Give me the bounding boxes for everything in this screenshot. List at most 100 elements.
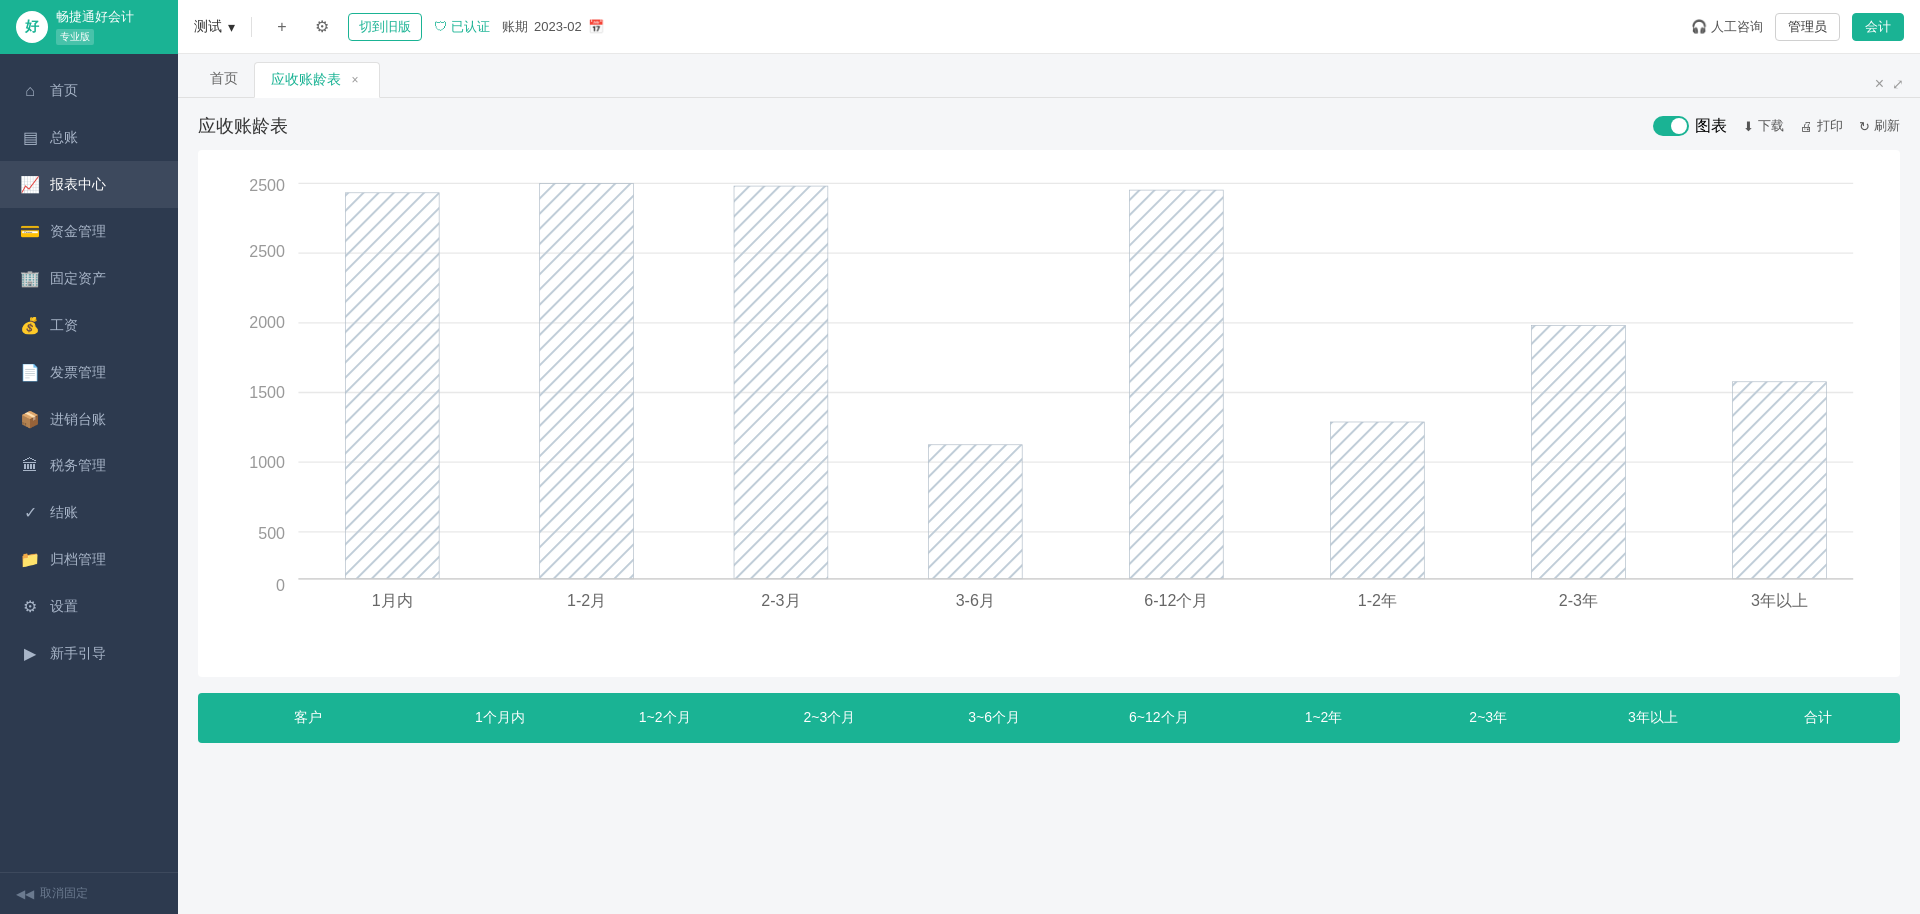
col-header-2-3y: 2~3年 <box>1406 693 1571 743</box>
assets-icon: 🏢 <box>20 269 40 288</box>
guide-icon: ▶ <box>20 644 40 663</box>
chart-toggle-wrap: 图表 <box>1653 116 1727 137</box>
col-header-total: 合计 <box>1735 693 1900 743</box>
sidebar-item-ledger[interactable]: ▤ 总账 <box>0 114 178 161</box>
sidebar-label-invoice: 发票管理 <box>50 364 106 382</box>
app-name: 畅捷通好会计 <box>56 9 134 26</box>
sidebar-label-ledger: 总账 <box>50 129 78 147</box>
sidebar-label-inventory: 进销台账 <box>50 411 106 429</box>
sidebar-item-closing[interactable]: ✓ 结账 <box>0 489 178 536</box>
download-label: 下载 <box>1758 117 1784 135</box>
download-button[interactable]: ⬇ 下载 <box>1743 117 1784 135</box>
cancel-fixed-label: 取消固定 <box>40 885 88 902</box>
manager-button[interactable]: 管理员 <box>1775 13 1840 41</box>
shield-icon: 🛡 <box>434 19 447 34</box>
closing-icon: ✓ <box>20 503 40 522</box>
chart-toggle[interactable] <box>1653 116 1689 136</box>
print-icon: 🖨 <box>1800 119 1813 134</box>
app-logo-icon: 好 <box>16 11 48 43</box>
sidebar-label-guide: 新手引导 <box>50 645 106 663</box>
svg-text:2000: 2000 <box>249 313 285 331</box>
sidebar-item-home[interactable]: ⌂ 首页 <box>0 68 178 114</box>
sidebar-item-guide[interactable]: ▶ 新手引导 <box>0 630 178 677</box>
download-icon: ⬇ <box>1743 119 1754 134</box>
certified-badge: 🛡 已认证 <box>434 18 490 36</box>
sidebar-item-assets[interactable]: 🏢 固定资产 <box>0 255 178 302</box>
tabbar: 首页 应收账龄表 × × ⤢ <box>178 54 1920 98</box>
table-header: 客户 1个月内 1~2个月 2~3个月 3~6个月 6~12个月 1~2年 2~… <box>198 693 1900 743</box>
old-version-button[interactable]: 切到旧版 <box>348 13 422 41</box>
sidebar-logo: 好 畅捷通好会计 专业版 <box>0 0 178 54</box>
project-name: 测试 <box>194 18 222 36</box>
add-button[interactable]: + <box>268 13 296 41</box>
svg-text:2-3年: 2-3年 <box>1559 591 1598 609</box>
certified-label: 已认证 <box>451 18 490 36</box>
bar-chart: 0 500 1000 1500 2000 2500 2500 1 <box>218 170 1880 653</box>
tab-home[interactable]: 首页 <box>194 61 254 97</box>
topbar: 测试 ▾ + ⚙ 切到旧版 🛡 已认证 账期 2023-02 📅 🎧 人工咨询 … <box>178 0 1920 54</box>
page-header: 应收账龄表 图表 ⬇ 下载 🖨 打印 ↻ <box>198 114 1900 138</box>
ledger-icon: ▤ <box>20 128 40 147</box>
bar-2-3年 <box>1532 325 1626 578</box>
refresh-button[interactable]: ↻ 刷新 <box>1859 117 1900 135</box>
print-button[interactable]: 🖨 打印 <box>1800 117 1843 135</box>
sidebar-label-home: 首页 <box>50 82 78 100</box>
home-icon: ⌂ <box>20 82 40 100</box>
content-area: 首页 应收账龄表 × × ⤢ 应收账龄表 图表 <box>178 54 1920 914</box>
sidebar: 好 畅捷通好会计 专业版 ⌂ 首页 ▤ 总账 📈 报表中心 💳 资金管理 🏢 固… <box>0 0 178 914</box>
plus-icon: + <box>277 18 286 36</box>
bar-3-6月 <box>928 445 1022 579</box>
cancel-fixed-button[interactable]: ◀◀ 取消固定 <box>0 872 178 914</box>
sidebar-item-invoice[interactable]: 📄 发票管理 <box>0 349 178 396</box>
project-selector[interactable]: 测试 ▾ <box>194 18 235 36</box>
period-value: 2023-02 <box>534 19 582 34</box>
sidebar-item-reports[interactable]: 📈 报表中心 <box>0 161 178 208</box>
settings-button[interactable]: ⚙ <box>308 13 336 41</box>
main-area: 测试 ▾ + ⚙ 切到旧版 🛡 已认证 账期 2023-02 📅 🎧 人工咨询 … <box>178 0 1920 914</box>
settings-icon: ⚙ <box>20 597 40 616</box>
sidebar-item-funds[interactable]: 💳 资金管理 <box>0 208 178 255</box>
archive-icon: 📁 <box>20 550 40 569</box>
page-content: 应收账龄表 图表 ⬇ 下载 🖨 打印 ↻ <box>178 98 1920 914</box>
sidebar-label-salary: 工资 <box>50 317 78 335</box>
headset-icon: 🎧 <box>1691 19 1707 34</box>
col-header-3-6m: 3~6个月 <box>912 693 1077 743</box>
sidebar-item-archive[interactable]: 📁 归档管理 <box>0 536 178 583</box>
bar-1-2月 <box>540 183 634 578</box>
accountant-button[interactable]: 会计 <box>1852 13 1904 41</box>
salary-icon: 💰 <box>20 316 40 335</box>
sidebar-item-tax[interactable]: 🏛 税务管理 <box>0 443 178 489</box>
col-header-customer: 客户 <box>198 693 418 743</box>
invoice-icon: 📄 <box>20 363 40 382</box>
cancel-fixed-icon: ◀◀ <box>16 887 34 901</box>
sidebar-label-settings: 设置 <box>50 598 78 616</box>
bar-1-2年 <box>1330 422 1424 579</box>
bar-2-3月 <box>734 186 828 579</box>
bar-3年以上 <box>1733 382 1827 579</box>
close-window-icon[interactable]: × <box>1875 75 1884 93</box>
sidebar-item-inventory[interactable]: 📦 进销台账 <box>0 396 178 443</box>
expand-window-icon[interactable]: ⤢ <box>1892 76 1904 92</box>
svg-text:0: 0 <box>276 576 285 594</box>
table-container: 客户 1个月内 1~2个月 2~3个月 3~6个月 6~12个月 1~2年 2~… <box>198 693 1900 743</box>
sidebar-label-closing: 结账 <box>50 504 78 522</box>
svg-text:1000: 1000 <box>249 453 285 471</box>
page-actions: 图表 ⬇ 下载 🖨 打印 ↻ 刷新 <box>1653 116 1900 137</box>
reports-icon: 📈 <box>20 175 40 194</box>
svg-text:2-3月: 2-3月 <box>761 591 800 609</box>
svg-text:1-2月: 1-2月 <box>567 591 606 609</box>
sidebar-item-settings[interactable]: ⚙ 设置 <box>0 583 178 630</box>
app-edition: 专业版 <box>56 29 94 45</box>
sidebar-item-salary[interactable]: 💰 工资 <box>0 302 178 349</box>
consult-button[interactable]: 🎧 人工咨询 <box>1691 18 1763 36</box>
chart-container: 0 500 1000 1500 2000 2500 2500 1 <box>198 150 1900 677</box>
calendar-icon: 📅 <box>588 19 604 34</box>
chart-toggle-label: 图表 <box>1695 116 1727 137</box>
tab-close-icon[interactable]: × <box>347 72 363 88</box>
bar-1月内 <box>345 193 439 579</box>
svg-text:500: 500 <box>258 524 285 542</box>
svg-text:1500: 1500 <box>249 383 285 401</box>
svg-text:1月内: 1月内 <box>372 591 413 609</box>
svg-text:2500: 2500 <box>249 242 285 260</box>
tab-aging[interactable]: 应收账龄表 × <box>254 62 380 98</box>
